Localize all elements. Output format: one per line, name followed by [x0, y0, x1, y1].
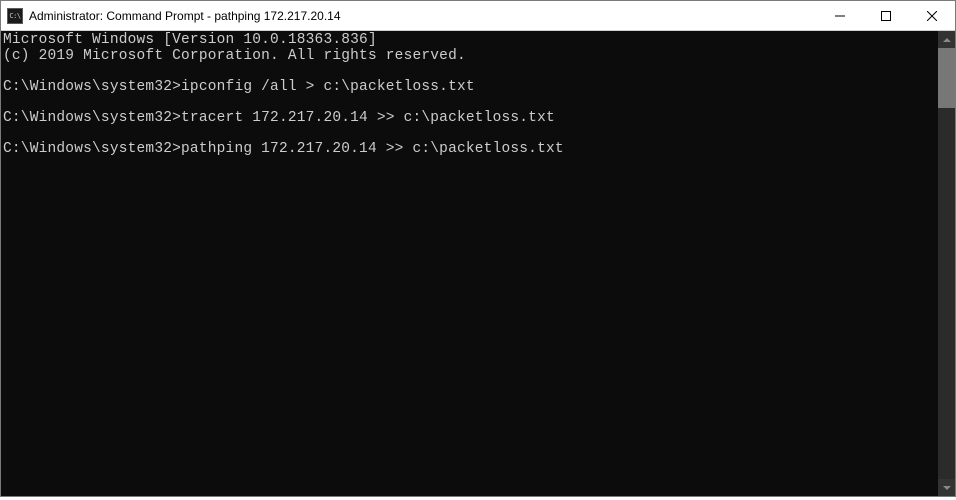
minimize-icon: [835, 11, 845, 21]
window-title: Administrator: Command Prompt - pathping…: [29, 9, 817, 23]
scroll-up-button[interactable]: [938, 31, 955, 48]
vertical-scrollbar[interactable]: [938, 31, 955, 496]
window-controls: [817, 1, 955, 30]
terminal-area: Microsoft Windows [Version 10.0.18363.83…: [1, 31, 955, 496]
chevron-down-icon: [943, 486, 951, 490]
close-icon: [927, 11, 937, 21]
scroll-down-button[interactable]: [938, 479, 955, 496]
command-2: tracert 172.217.20.14 >> c:\packetloss.t…: [181, 110, 555, 126]
maximize-icon: [881, 11, 891, 21]
close-button[interactable]: [909, 1, 955, 30]
maximize-button[interactable]: [863, 1, 909, 30]
command-3: pathping 172.217.20.14 >> c:\packetloss.…: [181, 141, 564, 157]
copyright-line: (c) 2019 Microsoft Corporation. All righ…: [3, 48, 466, 64]
prompt: C:\Windows\system32>: [3, 79, 181, 95]
command-1: ipconfig /all > c:\packetloss.txt: [181, 79, 475, 95]
terminal-output[interactable]: Microsoft Windows [Version 10.0.18363.83…: [1, 31, 938, 496]
titlebar[interactable]: C:\ Administrator: Command Prompt - path…: [1, 1, 955, 31]
chevron-up-icon: [943, 38, 951, 42]
cmd-app-icon: C:\: [7, 8, 23, 24]
command-prompt-window: C:\ Administrator: Command Prompt - path…: [0, 0, 956, 497]
prompt: C:\Windows\system32>: [3, 141, 181, 157]
prompt: C:\Windows\system32>: [3, 110, 181, 126]
scroll-thumb[interactable]: [938, 48, 955, 108]
minimize-button[interactable]: [817, 1, 863, 30]
version-line: Microsoft Windows [Version 10.0.18363.83…: [3, 32, 377, 48]
